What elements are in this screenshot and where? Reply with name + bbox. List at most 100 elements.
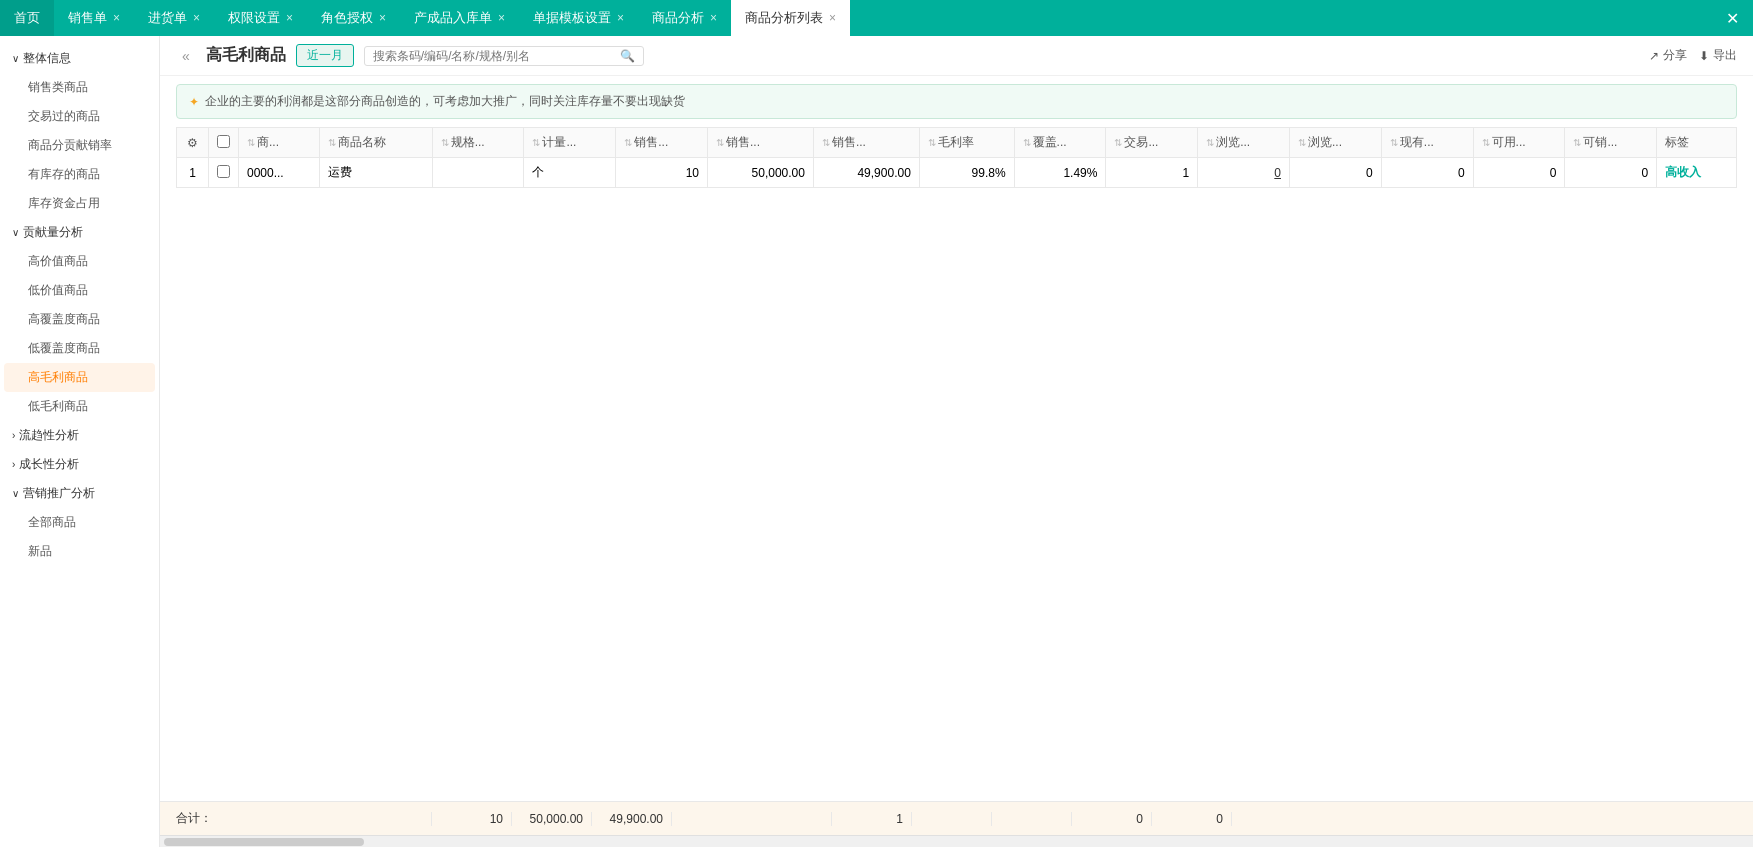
close-icon[interactable]: × xyxy=(617,11,624,25)
top-nav: 首页 销售单 × 进货单 × 权限设置 × 角色授权 × 产成品入库单 × 单据… xyxy=(0,0,1753,36)
sidebar-item-low-value[interactable]: 低价值商品 xyxy=(0,276,159,305)
close-icon[interactable]: × xyxy=(498,11,505,25)
row-browse2: 0 xyxy=(1290,158,1382,188)
footer-cells: 10 50,000.00 49,900.00 1 0 0 xyxy=(232,812,1232,826)
th-name[interactable]: ⇅商品名称 xyxy=(319,128,432,158)
sidebar-section-growth[interactable]: › 成长性分析 xyxy=(0,450,159,479)
scrollbar-thumb[interactable] xyxy=(164,838,364,846)
th-transactions[interactable]: ⇅交易... xyxy=(1106,128,1198,158)
footer-sales1 xyxy=(232,812,432,826)
row-coverage: 1.49% xyxy=(1014,158,1106,188)
th-unit[interactable]: ⇅计量... xyxy=(524,128,616,158)
sidebar-section-overview[interactable]: ∨ 整体信息 xyxy=(0,44,159,73)
nav-product-analysis[interactable]: 商品分析 × xyxy=(638,0,731,36)
sidebar-section-trend[interactable]: › 流趋性分析 xyxy=(0,421,159,450)
sidebar-section-contribution[interactable]: ∨ 贡献量分析 xyxy=(0,218,159,247)
row-current: 0 xyxy=(1381,158,1473,188)
row-gross-rate: 99.8% xyxy=(919,158,1014,188)
sidebar-item-low-coverage[interactable]: 低覆盖度商品 xyxy=(0,334,159,363)
info-icon: ✦ xyxy=(189,95,199,109)
nav-permission[interactable]: 权限设置 × xyxy=(214,0,307,36)
row-checkbox-cell[interactable] xyxy=(209,158,239,188)
row-checkbox[interactable] xyxy=(217,165,230,178)
sidebar-item-new-goods[interactable]: 新品 xyxy=(0,537,159,566)
th-current[interactable]: ⇅现有... xyxy=(1381,128,1473,158)
info-bar: ✦ 企业的主要的利润都是这部分商品创造的，可考虑加大推广，同时关注库存量不要出现… xyxy=(176,84,1737,119)
footer-spacer3 xyxy=(992,812,1072,826)
row-name: 运费 xyxy=(319,158,432,188)
row-spec xyxy=(432,158,524,188)
sidebar-collapse-button[interactable]: « xyxy=(176,46,196,66)
sidebar: ∨ 整体信息 销售类商品 交易过的商品 商品分贡献销率 有库存的商品 库存资金占… xyxy=(0,36,160,847)
content-area: « 高毛利商品 近一月 🔍 ↗ 分享 ⬇ 导出 ✦ 企业的主要的利润都是这部 xyxy=(160,36,1753,847)
footer-spacer2 xyxy=(912,812,992,826)
footer-sales3-val: 49,900.00 xyxy=(592,812,672,826)
row-sales1: 10 xyxy=(616,158,708,188)
nav-product-instock[interactable]: 产成品入库单 × xyxy=(400,0,519,36)
sidebar-item-high-value[interactable]: 高价值商品 xyxy=(0,247,159,276)
close-icon[interactable]: × xyxy=(379,11,386,25)
table-container[interactable]: ⚙ ⇅商... ⇅商品名称 ⇅规格... ⇅计量... ⇅销售... ⇅销售..… xyxy=(160,127,1753,801)
close-icon[interactable]: × xyxy=(286,11,293,25)
content-header: « 高毛利商品 近一月 🔍 ↗ 分享 ⬇ 导出 xyxy=(160,36,1753,76)
main-layout: ∨ 整体信息 销售类商品 交易过的商品 商品分贡献销率 有库存的商品 库存资金占… xyxy=(0,36,1753,847)
close-icon[interactable]: × xyxy=(829,11,836,25)
nav-role[interactable]: 角色授权 × xyxy=(307,0,400,36)
row-sales2: 50,000.00 xyxy=(708,158,814,188)
sidebar-section-marketing[interactable]: ∨ 营销推广分析 xyxy=(0,479,159,508)
th-coverage[interactable]: ⇅覆盖... xyxy=(1014,128,1106,158)
share-button[interactable]: ↗ 分享 xyxy=(1649,47,1687,64)
footer-available-val: 0 xyxy=(1152,812,1232,826)
sidebar-item-sales-goods[interactable]: 销售类商品 xyxy=(0,73,159,102)
sidebar-item-stock-capital[interactable]: 库存资金占用 xyxy=(0,189,159,218)
page-title: 高毛利商品 xyxy=(206,45,286,66)
th-sales1[interactable]: ⇅销售... xyxy=(616,128,708,158)
nav-template[interactable]: 单据模板设置 × xyxy=(519,0,638,36)
footer-sales2-val: 50,000.00 xyxy=(512,812,592,826)
date-filter-button[interactable]: 近一月 xyxy=(296,44,354,67)
row-sales3: 49,900.00 xyxy=(813,158,919,188)
sidebar-item-all-goods[interactable]: 全部商品 xyxy=(0,508,159,537)
th-gross-rate[interactable]: ⇅毛利率 xyxy=(919,128,1014,158)
th-tag[interactable]: 标签 xyxy=(1657,128,1737,158)
sidebar-item-in-stock[interactable]: 有库存的商品 xyxy=(0,160,159,189)
close-icon[interactable]: × xyxy=(113,11,120,25)
select-all-checkbox[interactable] xyxy=(217,135,230,148)
close-icon[interactable]: × xyxy=(710,11,717,25)
search-input[interactable] xyxy=(373,49,616,63)
nav-product-analysis-list[interactable]: 商品分析列表 × xyxy=(731,0,850,36)
th-browse1[interactable]: ⇅浏览... xyxy=(1198,128,1290,158)
th-spec[interactable]: ⇅规格... xyxy=(432,128,524,158)
sidebar-item-high-margin[interactable]: 高毛利商品 xyxy=(4,363,155,392)
nav-home[interactable]: 首页 xyxy=(0,0,54,36)
th-sales3[interactable]: ⇅销售... xyxy=(813,128,919,158)
th-sales2[interactable]: ⇅销售... xyxy=(708,128,814,158)
search-box: 🔍 xyxy=(364,46,644,66)
th-available[interactable]: ⇅可用... xyxy=(1473,128,1565,158)
close-icon[interactable]: × xyxy=(193,11,200,25)
nav-sales[interactable]: 销售单 × xyxy=(54,0,134,36)
footer-transactions-val: 1 xyxy=(832,812,912,826)
th-settings[interactable]: ⚙ xyxy=(177,128,209,158)
window-close-button[interactable]: ✕ xyxy=(1712,9,1753,28)
footer-current-val: 0 xyxy=(1072,812,1152,826)
table-header-row: ⚙ ⇅商... ⇅商品名称 ⇅规格... ⇅计量... ⇅销售... ⇅销售..… xyxy=(177,128,1737,158)
sidebar-item-traded-goods[interactable]: 交易过的商品 xyxy=(0,102,159,131)
table-row: 1 0000... 运费 个 10 50,000.00 49,900.00 99… xyxy=(177,158,1737,188)
search-icon[interactable]: 🔍 xyxy=(620,49,635,63)
sidebar-item-high-coverage[interactable]: 高覆盖度商品 xyxy=(0,305,159,334)
th-browse2[interactable]: ⇅浏览... xyxy=(1290,128,1382,158)
th-code[interactable]: ⇅商... xyxy=(239,128,320,158)
row-browse1[interactable]: 0 xyxy=(1198,158,1290,188)
th-saleable[interactable]: ⇅可销... xyxy=(1565,128,1657,158)
chevron-down-icon: ∨ xyxy=(12,227,19,238)
nav-purchase[interactable]: 进货单 × xyxy=(134,0,214,36)
sidebar-item-contribution[interactable]: 商品分贡献销率 xyxy=(0,131,159,160)
row-unit: 个 xyxy=(524,158,616,188)
sidebar-item-low-margin[interactable]: 低毛利商品 xyxy=(0,392,159,421)
footer-spacer xyxy=(672,812,832,826)
export-button[interactable]: ⬇ 导出 xyxy=(1699,47,1737,64)
bottom-scrollbar[interactable] xyxy=(160,835,1753,847)
row-saleable: 0 xyxy=(1565,158,1657,188)
row-num: 1 xyxy=(177,158,209,188)
